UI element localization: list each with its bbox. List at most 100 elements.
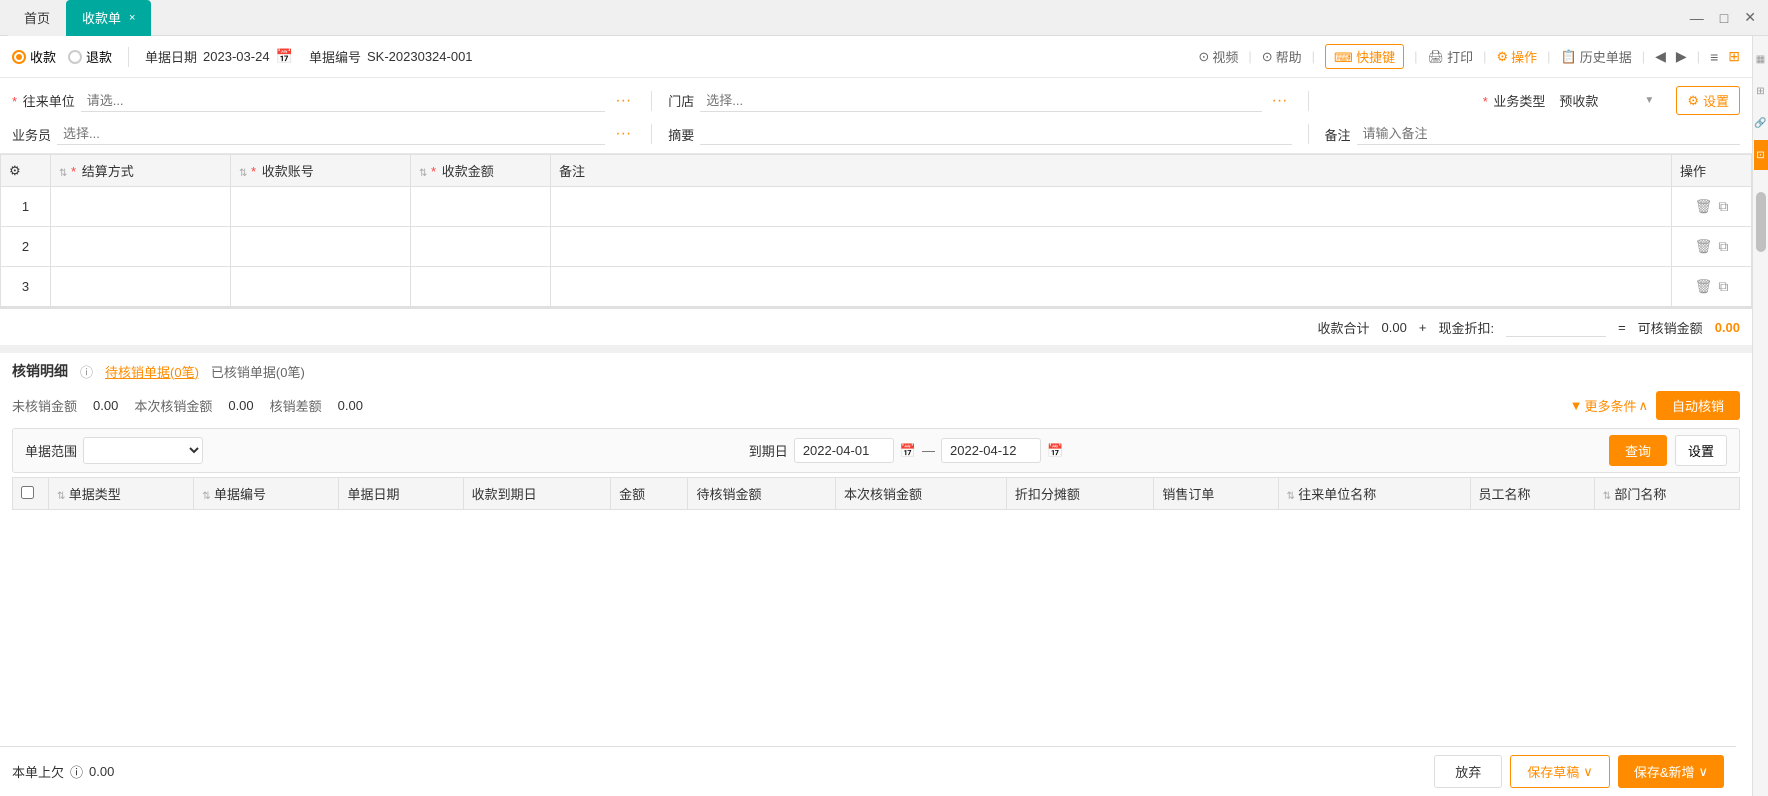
summary-input[interactable] <box>700 123 1291 145</box>
info-icon[interactable]: ⓘ <box>80 362 93 381</box>
video-action[interactable]: ⊙ 视频 <box>1198 47 1238 66</box>
remarks-field: 备注 <box>1325 123 1741 145</box>
counterparty-label: * 往来单位 <box>12 91 75 110</box>
staff-input[interactable] <box>57 123 605 145</box>
query-btn[interactable]: 查询 <box>1609 435 1667 466</box>
save-draft-btn[interactable]: 保存草稿 ∨ <box>1510 755 1610 788</box>
store-more-btn[interactable]: ··· <box>1268 92 1292 110</box>
store-input[interactable] <box>700 90 1261 112</box>
counterparty-more-btn[interactable]: ··· <box>611 92 635 110</box>
right-icon-4-active[interactable]: ⊡ <box>1754 140 1768 170</box>
row-1-copy-icon[interactable]: ⧉ <box>1718 198 1728 215</box>
staff-field: 业务员 ··· <box>12 123 635 145</box>
table-gear-icon[interactable]: ⚙ <box>9 163 21 178</box>
settings-btn[interactable]: ⚙ 设置 <box>1676 86 1740 115</box>
prev-balance-info-icon[interactable]: ⓘ <box>70 762 83 781</box>
next-icon[interactable]: ▶ <box>1676 48 1687 65</box>
settings-small-btn[interactable]: 设置 <box>1675 435 1727 466</box>
radio-refund-dot <box>68 50 82 64</box>
staff-more-btn[interactable]: ··· <box>611 125 635 143</box>
shortcut-label: 快捷键 <box>1356 50 1395 65</box>
abandon-btn[interactable]: 放弃 <box>1434 755 1502 788</box>
tab-active-label: 收款单 <box>82 8 121 27</box>
filter-icon: ▼ <box>1570 398 1583 413</box>
store-label: 门店 <box>668 91 694 110</box>
remarks-input[interactable] <box>1357 123 1740 145</box>
row-2-amount[interactable] <box>411 227 551 267</box>
range-select[interactable] <box>83 437 203 464</box>
right-icon-2[interactable]: ⊞ <box>1754 76 1768 106</box>
th-remark-label: 备注 <box>559 164 585 179</box>
more-conditions-btn[interactable]: ▼ 更多条件 ∧ <box>1570 396 1648 415</box>
row-3-delete-icon[interactable]: 🗑 <box>1695 278 1713 295</box>
radio-receipt[interactable]: 收款 <box>12 47 56 66</box>
select-all-checkbox[interactable] <box>21 486 34 499</box>
settings-icon: ⚙ <box>1687 93 1699 109</box>
duedate-from-calendar-icon[interactable]: 📅 <box>900 443 916 459</box>
row-3-no: 3 <box>1 267 51 307</box>
row-2-copy-icon[interactable]: ⧉ <box>1718 238 1728 255</box>
bottom-table: ⇅ 单据类型 ⇅ 单据编号 单据日期 收款到期日 <box>12 477 1740 510</box>
save-new-btn[interactable]: 保存&新增 ∨ <box>1618 755 1724 788</box>
row-1-account[interactable] <box>231 187 411 227</box>
prev-icon[interactable]: ◀ <box>1655 48 1666 65</box>
duedate-to-calendar-icon[interactable]: 📅 <box>1047 443 1063 459</box>
section-divider <box>0 345 1752 353</box>
done-tab[interactable]: 已核销单据(0笔) <box>211 362 305 381</box>
row-3-remark[interactable] <box>551 267 1672 307</box>
business-type-dropdown-icon[interactable]: ▼ <box>1644 95 1654 106</box>
pending-tab[interactable]: 待核销单据(0笔) <box>105 362 199 381</box>
print-action[interactable]: 🖨 打印 <box>1428 47 1474 66</box>
help-action[interactable]: ⊙ 帮助 <box>1262 47 1302 66</box>
unverified-label: 未核销金额 <box>12 396 77 415</box>
table-header-row: ⚙ ⇅ * 结算方式 ⇅ * 收款账号 ⇅ <box>1 155 1752 187</box>
right-icon-3[interactable]: 🔗 <box>1754 108 1768 138</box>
duedate-to-input[interactable] <box>941 438 1041 463</box>
row-1-amount[interactable] <box>411 187 551 227</box>
row-1-method[interactable] <box>51 187 231 227</box>
row-2-method[interactable] <box>51 227 231 267</box>
row-3-account[interactable] <box>231 267 411 307</box>
auto-verify-btn[interactable]: 自动核销 <box>1656 391 1740 420</box>
business-type-value: 预收款 <box>1559 91 1598 110</box>
row-1-remark[interactable] <box>551 187 1672 227</box>
row-2-no: 2 <box>1 227 51 267</box>
row-1-delete-icon[interactable]: 🗑 <box>1695 198 1713 215</box>
grid-icon[interactable]: ⊞ <box>1728 48 1740 65</box>
discount-input[interactable] <box>1506 317 1606 337</box>
row-2-account[interactable] <box>231 227 411 267</box>
row-2-remark[interactable] <box>551 227 1672 267</box>
tab-home[interactable]: 首页 <box>8 0 66 36</box>
row-3-method[interactable] <box>51 267 231 307</box>
tab-home-label: 首页 <box>24 8 50 27</box>
video-icon: ⊙ <box>1198 49 1209 65</box>
row-3-copy-icon[interactable]: ⧉ <box>1718 278 1728 295</box>
maximize-btn[interactable]: □ <box>1716 8 1732 28</box>
close-btn[interactable]: ✕ <box>1740 7 1760 28</box>
row-1-action: 🗑 ⧉ <box>1672 187 1752 227</box>
scroll-thumb[interactable] <box>1756 192 1766 252</box>
date-field: 单据日期 2023-03-24 📅 <box>145 47 293 66</box>
shortcut-btn[interactable]: ⌨ 快捷键 <box>1325 44 1404 69</box>
tab-close-icon[interactable]: × <box>129 12 135 24</box>
history-action[interactable]: 📋 历史单据 <box>1561 47 1632 66</box>
list-icon[interactable]: ≡ <box>1710 49 1718 65</box>
date-calendar-icon[interactable]: 📅 <box>276 48 293 65</box>
tab-active[interactable]: 收款单 × <box>66 0 151 36</box>
th-amount-label: 收款金额 <box>442 164 494 179</box>
help-icon: ⊙ <box>1262 49 1273 65</box>
th-counterparty: ⇅ 往来单位名称 <box>1278 478 1470 510</box>
right-icon-1[interactable]: ▦ <box>1754 44 1768 74</box>
radio-receipt-dot <box>12 50 26 64</box>
minimize-btn[interactable]: — <box>1686 8 1708 28</box>
print-label: 打印 <box>1447 47 1473 66</box>
row-3-amount[interactable] <box>411 267 551 307</box>
duedate-from-input[interactable] <box>794 438 894 463</box>
id-value: SK-20230324-001 <box>367 49 473 64</box>
radio-refund[interactable]: 退款 <box>68 47 112 66</box>
operation-action[interactable]: ⚙ 操作 <box>1496 47 1537 66</box>
row-2-delete-icon[interactable]: 🗑 <box>1695 238 1713 255</box>
counterparty-input[interactable] <box>81 90 606 112</box>
th-method: ⇅ * 结算方式 <box>51 155 231 187</box>
bottom-actions: 本单上欠 ⓘ 0.00 放弃 保存草稿 ∨ 保存&新增 ∨ <box>0 746 1736 796</box>
